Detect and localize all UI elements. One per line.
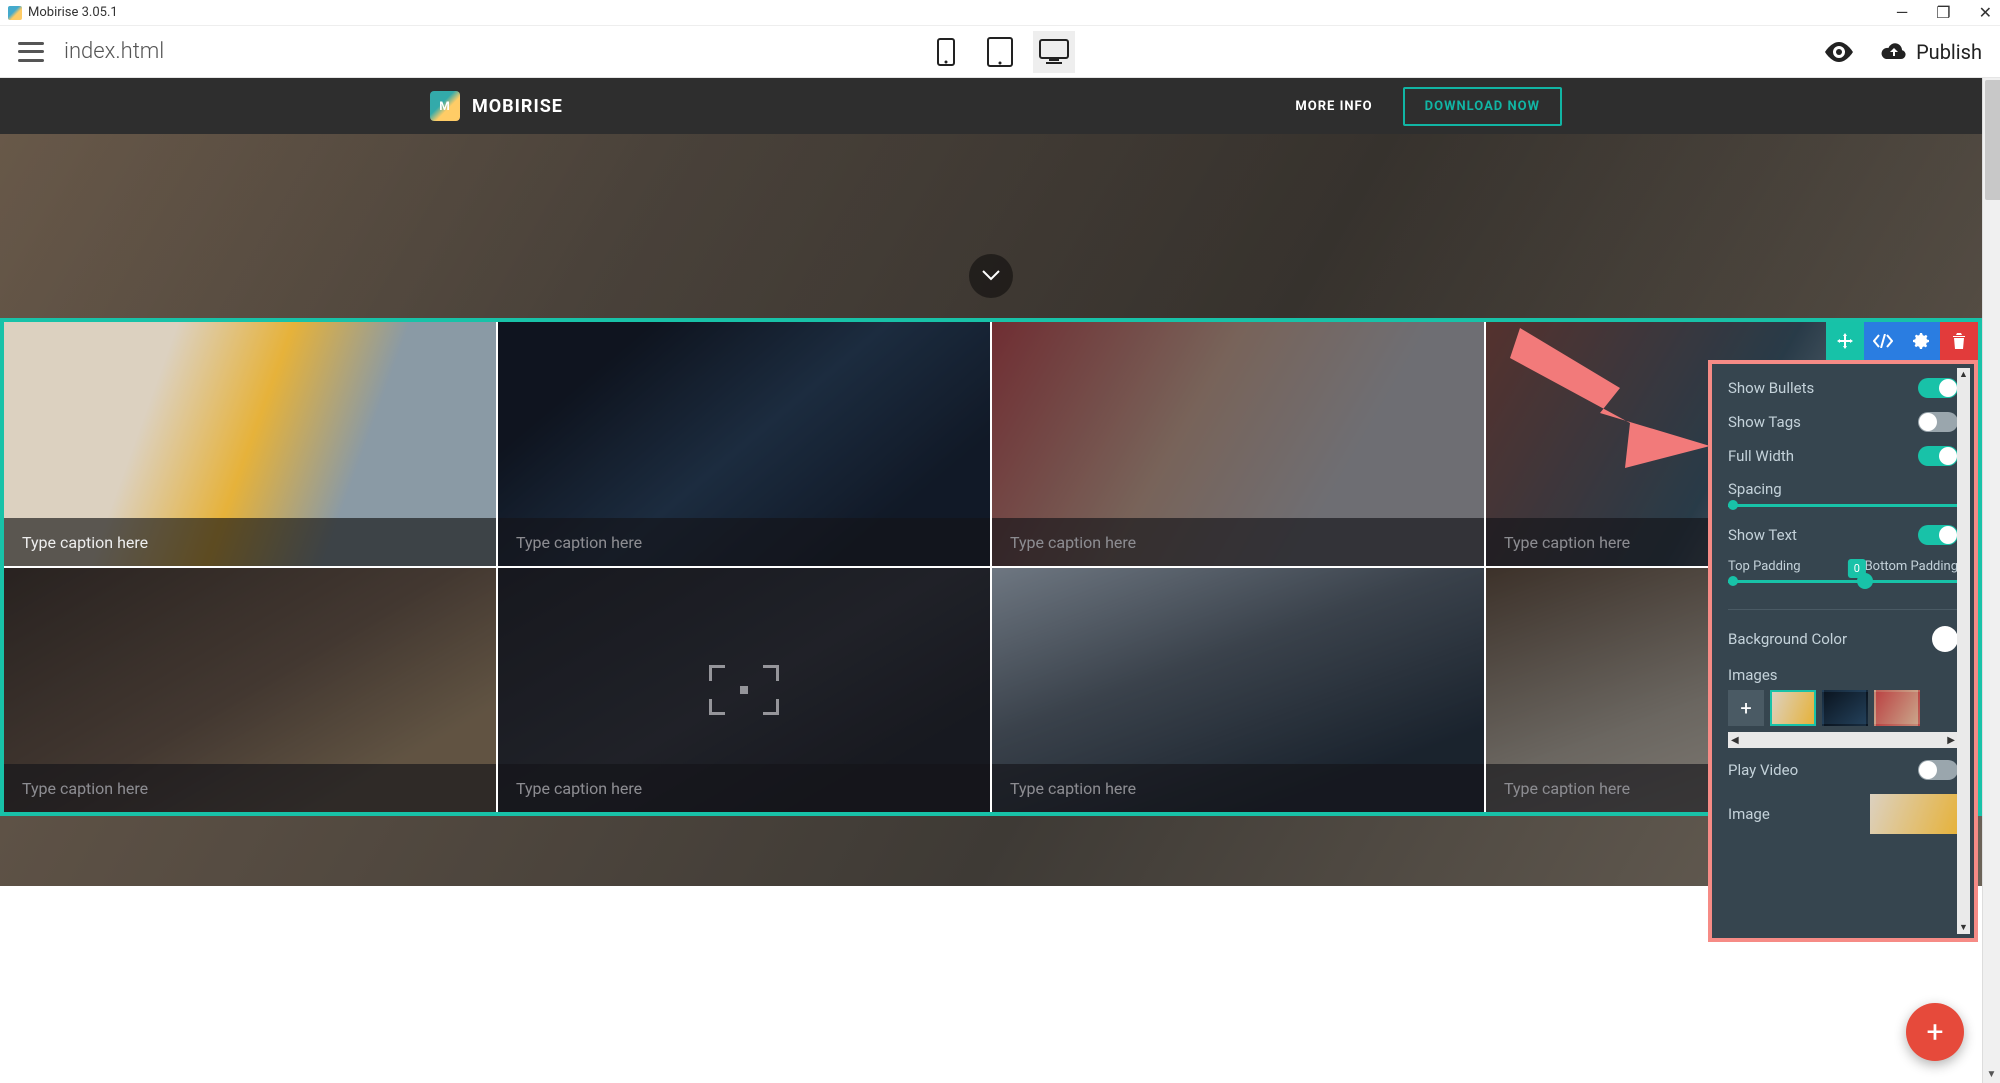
window-titlebar: Mobirise 3.05.1 — ❐ ✕	[0, 0, 2000, 26]
block-delete-button[interactable]	[1940, 322, 1978, 360]
panel-scrollbar[interactable]: ▲▼	[1957, 368, 1970, 934]
nav-cta-download[interactable]: DOWNLOAD NOW	[1403, 87, 1562, 126]
window-maximize-button[interactable]: ❐	[1936, 3, 1950, 22]
setting-show-bullets-toggle[interactable]	[1918, 378, 1958, 398]
hero-block[interactable]	[0, 134, 1982, 318]
gallery-caption[interactable]: Type caption here	[498, 764, 990, 812]
image-thumb[interactable]	[1874, 690, 1920, 726]
app-icon	[8, 6, 22, 20]
site-header-block[interactable]: M MOBIRISE MORE INFO DOWNLOAD NOW	[0, 78, 1982, 134]
setting-full-width-label: Full Width	[1728, 447, 1794, 465]
setting-top-padding-label: Top Padding	[1728, 559, 1801, 574]
setting-play-video-label: Play Video	[1728, 761, 1798, 779]
gallery-image	[992, 568, 1484, 812]
image-thumb[interactable]	[1770, 690, 1816, 726]
add-image-button[interactable]: +	[1728, 690, 1764, 726]
gallery-caption[interactable]: Type caption here	[4, 518, 496, 566]
block-settings-panel: Show Bullets Show Tags Full Width Spacin…	[1708, 360, 1978, 942]
padding-value-badge: 0	[1848, 559, 1866, 578]
gallery-caption[interactable]: Type caption here	[992, 518, 1484, 566]
gallery-image	[992, 322, 1484, 566]
gallery-tile[interactable]: Type caption here	[498, 322, 990, 566]
gallery-image	[498, 568, 990, 812]
gallery-tile[interactable]: Type caption here	[4, 568, 496, 812]
gallery-image	[4, 568, 496, 812]
setting-image-label: Image	[1728, 805, 1770, 823]
setting-show-text-toggle[interactable]	[1918, 525, 1958, 545]
app-toolbar: index.html Publish	[0, 26, 2000, 78]
setting-show-tags-label: Show Tags	[1728, 413, 1801, 431]
image-thumb[interactable]	[1822, 690, 1868, 726]
setting-full-width-toggle[interactable]	[1918, 446, 1958, 466]
setting-show-text-label: Show Text	[1728, 526, 1797, 544]
gallery-image	[498, 322, 990, 566]
block-settings-button[interactable]	[1902, 322, 1940, 360]
window-close-button[interactable]: ✕	[1979, 3, 1992, 22]
images-scrollbar[interactable]: ◀▶	[1728, 732, 1958, 748]
current-filename: index.html	[64, 39, 164, 64]
setting-play-video-toggle[interactable]	[1918, 760, 1958, 780]
setting-bg-color-swatch[interactable]	[1932, 626, 1958, 652]
setting-bottom-padding-label: Bottom Padding	[1865, 559, 1958, 574]
nav-link-more-info[interactable]: MORE INFO	[1295, 99, 1372, 114]
gallery-caption[interactable]: Type caption here	[992, 764, 1484, 812]
block-move-button[interactable]	[1826, 322, 1864, 360]
gallery-tile[interactable]: Type caption here	[498, 568, 990, 812]
page-canvas: M MOBIRISE MORE INFO DOWNLOAD NOW Type c…	[0, 78, 1982, 1083]
canvas-scrollbar[interactable]: ▲ ▼	[1982, 78, 2000, 1083]
gallery-caption[interactable]: Type caption here	[498, 518, 990, 566]
logo-badge-icon: M	[430, 91, 460, 121]
footer-area[interactable]	[0, 816, 1982, 886]
setting-show-tags-toggle[interactable]	[1918, 412, 1958, 432]
device-mobile-button[interactable]	[925, 31, 967, 73]
publish-label: Publish	[1916, 40, 1982, 64]
scrollbar-thumb[interactable]	[1985, 80, 2000, 200]
site-logo[interactable]: M MOBIRISE	[430, 91, 563, 121]
device-tablet-button[interactable]	[979, 31, 1021, 73]
setting-show-bullets-label: Show Bullets	[1728, 379, 1814, 397]
setting-padding-slider[interactable]: 0	[1728, 580, 1958, 583]
block-tools	[1826, 322, 1978, 360]
setting-spacing-label: Spacing	[1728, 480, 1782, 498]
gallery-caption[interactable]: Type caption here	[4, 764, 496, 812]
menu-button[interactable]	[18, 42, 44, 62]
scroll-down-button[interactable]	[969, 254, 1013, 298]
setting-image-preview[interactable]	[1870, 794, 1958, 834]
gallery-grid: Type caption here Type caption here Type…	[4, 322, 1978, 812]
window-title: Mobirise 3.05.1	[28, 5, 118, 20]
focus-frame-icon	[709, 665, 779, 715]
preview-button[interactable]	[1824, 42, 1854, 62]
device-preview-switch	[925, 31, 1075, 73]
setting-spacing-slider[interactable]	[1728, 504, 1958, 507]
window-minimize-button[interactable]: —	[1896, 3, 1909, 22]
add-block-button[interactable]: +	[1906, 1003, 1964, 1061]
setting-images-label: Images	[1728, 666, 1778, 684]
gallery-tile[interactable]: Type caption here	[992, 568, 1484, 812]
publish-button[interactable]: Publish	[1880, 40, 1982, 64]
block-code-button[interactable]	[1864, 322, 1902, 360]
canvas-wrap: M MOBIRISE MORE INFO DOWNLOAD NOW Type c…	[0, 78, 2000, 1083]
gallery-tile[interactable]: Type caption here	[992, 322, 1484, 566]
setting-bg-color-label: Background Color	[1728, 630, 1847, 648]
gallery-block[interactable]: Type caption here Type caption here Type…	[0, 318, 1982, 816]
brand-name: MOBIRISE	[472, 96, 563, 117]
gallery-tile[interactable]: Type caption here	[4, 322, 496, 566]
device-desktop-button[interactable]	[1033, 31, 1075, 73]
